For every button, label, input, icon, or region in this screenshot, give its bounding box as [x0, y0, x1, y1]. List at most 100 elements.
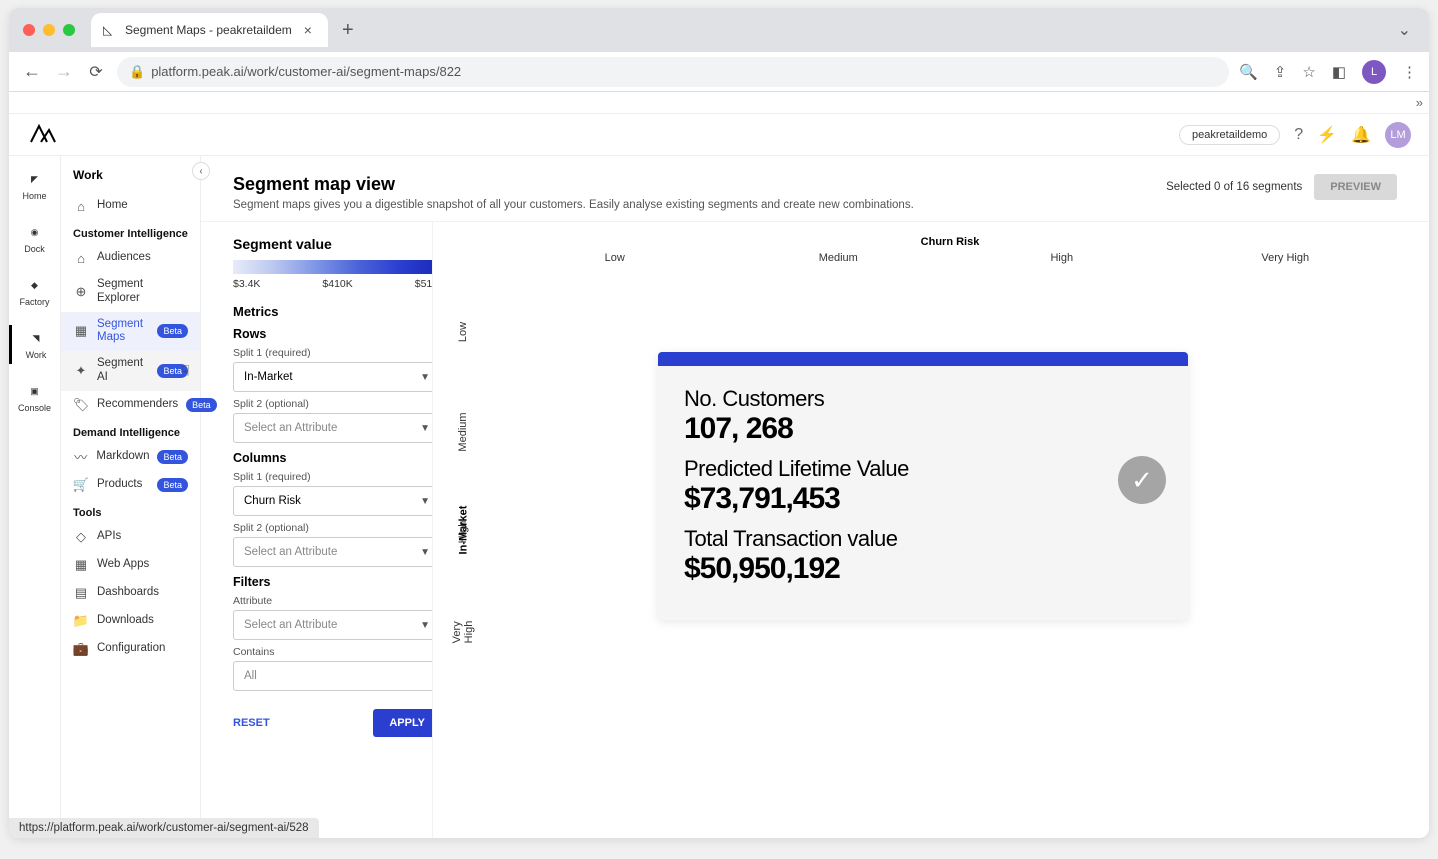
- sidebar-item-apis[interactable]: ◇ APIs: [61, 523, 200, 551]
- segment-value-heading: Segment value: [233, 236, 432, 252]
- checkmark-icon[interactable]: ✓: [1118, 456, 1166, 504]
- help-icon[interactable]: ?: [1294, 126, 1303, 144]
- share-icon[interactable]: ⇪: [1274, 63, 1287, 81]
- sidebar-item-configuration[interactable]: 💼 Configuration: [61, 635, 200, 663]
- control-panel: Segment value $3.4K $410K $51M Metrics R…: [201, 222, 433, 838]
- reload-button[interactable]: ⟳: [85, 62, 107, 82]
- browser-toolbar: ← → ⟳ 🔒 platform.peak.ai/work/customer-a…: [9, 52, 1429, 92]
- console-rail-icon: ▣: [26, 382, 44, 400]
- chevron-down-icon: ▼: [420, 496, 430, 507]
- profile-avatar[interactable]: L: [1362, 60, 1386, 84]
- search-icon[interactable]: 🔍: [1239, 63, 1258, 81]
- forward-button: →: [53, 61, 75, 82]
- audiences-icon: ⌂: [73, 250, 89, 266]
- chevron-down-icon: ▼: [420, 372, 430, 383]
- reset-button[interactable]: RESET: [233, 717, 270, 729]
- new-tab-button[interactable]: +: [328, 19, 368, 42]
- column-axis-title: Churn Risk: [453, 236, 1397, 248]
- sidebar-item-products[interactable]: 🛒 Products Beta: [61, 471, 200, 499]
- rail-home[interactable]: ◤ Home: [9, 166, 60, 205]
- filters-heading: Filters: [233, 575, 432, 589]
- minimize-window-icon[interactable]: [43, 24, 55, 36]
- beta-badge: Beta: [186, 398, 217, 412]
- grid-icon: ▦: [73, 323, 89, 339]
- sidebar-item-segment-ai[interactable]: ✦ Segment AI Beta ☟: [61, 351, 200, 391]
- trend-icon: 〰: [73, 449, 88, 465]
- api-icon: ◇: [73, 529, 89, 545]
- peak-logo-icon[interactable]: [27, 120, 57, 150]
- back-button[interactable]: ←: [21, 61, 43, 82]
- apply-button[interactable]: APPLY: [373, 709, 433, 737]
- filter-contains-input[interactable]: All: [233, 661, 433, 691]
- chevron-down-icon: ▼: [420, 423, 430, 434]
- sidepanel-icon[interactable]: ◧: [1332, 63, 1346, 81]
- rows-split1-label: Split 1 (required): [233, 347, 432, 359]
- preview-button[interactable]: PREVIEW: [1314, 174, 1397, 200]
- apps-icon: ▦: [73, 557, 89, 573]
- segment-grid-area: Churn Risk Low Medium High Very High In-…: [433, 222, 1429, 838]
- window-traffic-lights: [17, 24, 85, 36]
- home-rail-icon: ◤: [26, 170, 44, 188]
- bell-icon[interactable]: 🔔: [1351, 125, 1371, 145]
- beta-badge: Beta: [157, 450, 188, 464]
- beta-badge: Beta: [157, 324, 188, 338]
- tooltip-customers-label: No. Customers: [684, 386, 1162, 412]
- url-bar[interactable]: 🔒 platform.peak.ai/work/customer-ai/segm…: [117, 57, 1229, 87]
- segment-tooltip-card: No. Customers 107, 268 Predicted Lifetim…: [658, 352, 1188, 620]
- browser-tab[interactable]: ◺ Segment Maps - peakretaildem ×: [91, 13, 328, 47]
- close-window-icon[interactable]: [23, 24, 35, 36]
- sidebar-item-web-apps[interactable]: ▦ Web Apps: [61, 551, 200, 579]
- bookmark-icon[interactable]: ☆: [1302, 63, 1315, 81]
- sidebar-item-dashboards[interactable]: ▤ Dashboards: [61, 579, 200, 607]
- tabs-overflow-icon[interactable]: ⌄: [1388, 20, 1421, 40]
- rows-split1-select[interactable]: In-Market ▼: [233, 362, 433, 392]
- nav-rail: ◤ Home ◉ Dock ◆ Factory ◥ Work ▣ Conso: [9, 156, 61, 838]
- browser-status-bar: https://platform.peak.ai/work/customer-a…: [9, 818, 319, 838]
- dock-rail-icon: ◉: [26, 223, 44, 241]
- rows-heading: Rows: [233, 327, 432, 341]
- sparkle-icon: ✦: [73, 363, 89, 379]
- cols-split2-select[interactable]: Select an Attribute ▼: [233, 537, 433, 567]
- bolt-icon[interactable]: ⚡: [1317, 125, 1337, 145]
- tooltip-customers-value: 107, 268: [684, 412, 1162, 446]
- page-header: Segment map view Segment maps gives you …: [201, 156, 1429, 222]
- sidebar-item-markdown[interactable]: 〰 Markdown Beta: [61, 443, 200, 471]
- tenant-chip[interactable]: peakretaildemo: [1179, 125, 1280, 145]
- tooltip-plv-label: Predicted Lifetime Value: [684, 456, 1162, 482]
- cursor-hand-icon: ☟: [181, 362, 190, 379]
- rail-console[interactable]: ▣ Console: [9, 378, 60, 417]
- filter-attribute-select[interactable]: Select an Attribute ▼: [233, 610, 433, 640]
- cols-split1-select[interactable]: Churn Risk ▼: [233, 486, 433, 516]
- sidebar-collapse-button[interactable]: ‹: [192, 162, 210, 180]
- sidebar-item-segment-explorer[interactable]: ⊕ Segment Explorer: [61, 272, 200, 312]
- work-rail-icon: ◥: [27, 329, 45, 347]
- app-header: peakretaildemo ? ⚡ 🔔 LM: [9, 114, 1429, 156]
- user-avatar[interactable]: LM: [1385, 122, 1411, 148]
- kebab-menu-icon[interactable]: ⋮: [1402, 63, 1417, 81]
- scale-labels: $3.4K $410K $51M: [233, 278, 433, 290]
- rows-split2-select[interactable]: Select an Attribute ▼: [233, 413, 433, 443]
- sidebar-item-recommenders[interactable]: 🏷 Recommenders Beta: [61, 391, 200, 419]
- sidebar-title: Work: [61, 168, 200, 192]
- bookmarks-collapse[interactable]: »: [9, 92, 1429, 114]
- chevron-down-icon: ▼: [420, 547, 430, 558]
- chevron-down-icon: ▼: [420, 620, 430, 631]
- metrics-heading: Metrics: [233, 304, 432, 319]
- sidebar-item-segment-maps[interactable]: ▦ Segment Maps Beta: [61, 312, 200, 352]
- sidebar-item-home[interactable]: ⌂ Home: [61, 192, 200, 220]
- dashboard-icon: ▤: [73, 585, 89, 601]
- sidebar-section-customer-intelligence: Customer Intelligence: [61, 220, 200, 244]
- maximize-window-icon[interactable]: [63, 24, 75, 36]
- page-title: Segment map view: [233, 174, 914, 195]
- filter-attribute-label: Attribute: [233, 595, 432, 607]
- sidebar-item-audiences[interactable]: ⌂ Audiences: [61, 244, 200, 272]
- home-icon: ⌂: [73, 198, 89, 214]
- rail-dock[interactable]: ◉ Dock: [9, 219, 60, 258]
- main-content: Segment map view Segment maps gives you …: [201, 156, 1429, 838]
- rail-work[interactable]: ◥ Work: [9, 325, 60, 364]
- close-tab-icon[interactable]: ×: [300, 22, 316, 38]
- factory-rail-icon: ◆: [26, 276, 44, 294]
- rail-factory[interactable]: ◆ Factory: [9, 272, 60, 311]
- sidebar-item-downloads[interactable]: 📁 Downloads: [61, 607, 200, 635]
- browser-tab-strip: ◺ Segment Maps - peakretaildem × + ⌄: [9, 8, 1429, 52]
